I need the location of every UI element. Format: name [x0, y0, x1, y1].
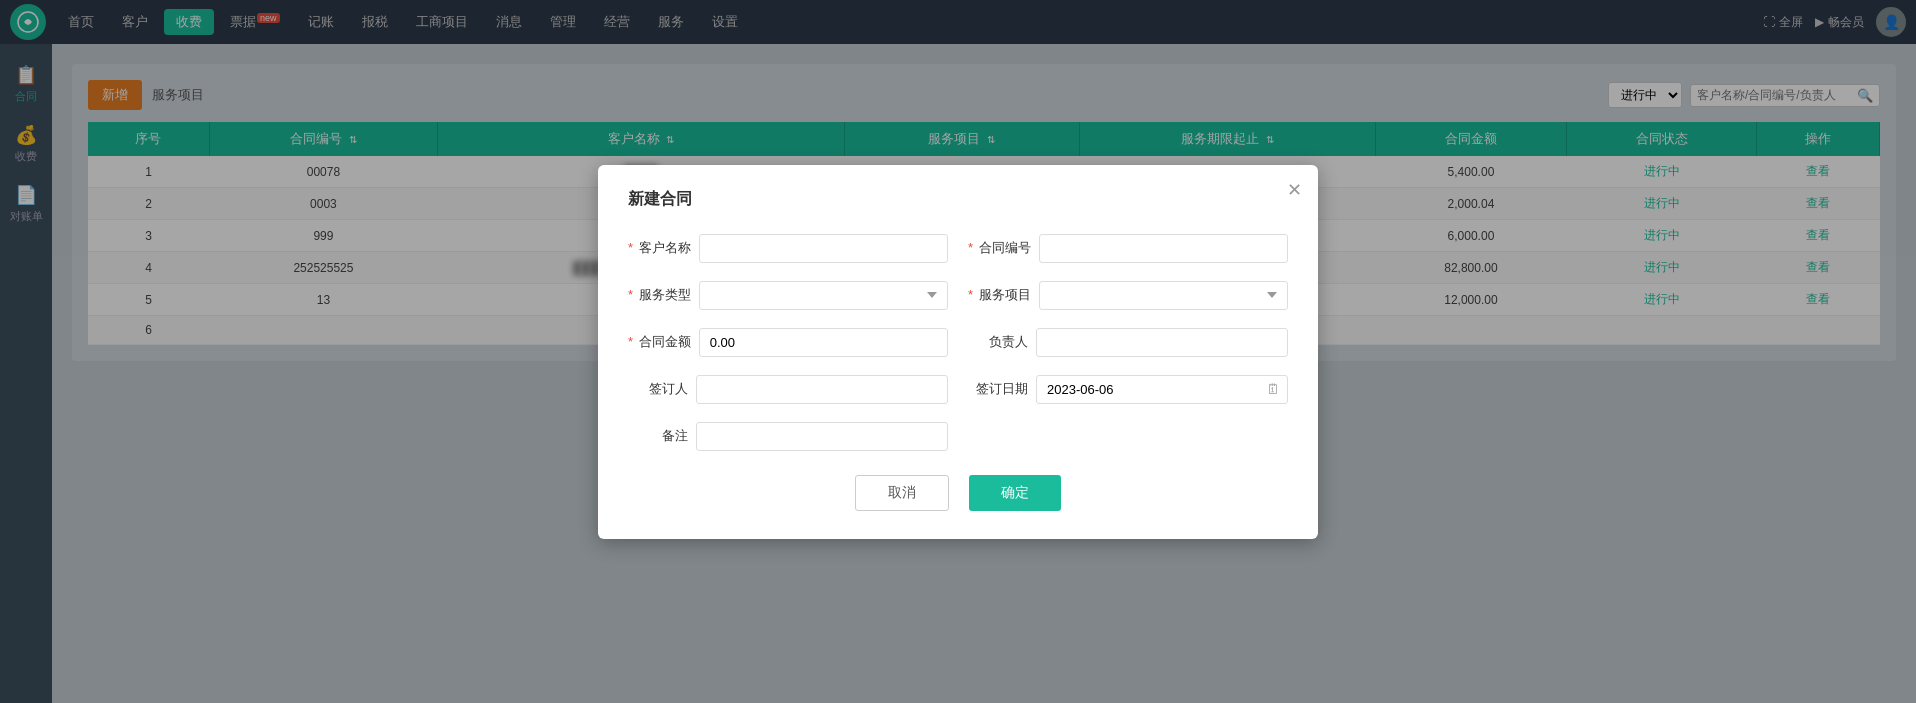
service-type-label: * 服务类型: [628, 286, 691, 304]
sign-date-input[interactable]: [1036, 375, 1288, 404]
form-group-customer: * 客户名称: [628, 234, 948, 263]
customer-name-input[interactable]: [699, 234, 948, 263]
required-star-4: *: [968, 287, 973, 302]
customer-name-label: * 客户名称: [628, 239, 691, 257]
amount-label: * 合同金额: [628, 333, 691, 351]
form-group-sign-date: 签订日期 🗓: [968, 375, 1288, 404]
form-row-4: 签订人 签订日期 🗓: [628, 375, 1288, 404]
form-group-service-type: * 服务类型: [628, 281, 948, 310]
sign-date-label: 签订日期: [968, 380, 1028, 398]
modal-footer: 取消 确定: [628, 475, 1288, 511]
required-star-1: *: [628, 240, 633, 255]
new-contract-modal: 新建合同 ✕ * 客户名称 * 合同编号: [598, 165, 1318, 539]
form-row-1: * 客户名称 * 合同编号: [628, 234, 1288, 263]
contract-no-input[interactable]: [1039, 234, 1288, 263]
contract-no-label: * 合同编号: [968, 239, 1031, 257]
signer-input[interactable]: [696, 375, 948, 404]
required-star-3: *: [628, 287, 633, 302]
form-group-remarks: 备注: [628, 422, 948, 451]
contract-amount-input[interactable]: [699, 328, 948, 357]
remarks-label: 备注: [628, 427, 688, 445]
modal-title: 新建合同: [628, 189, 1288, 210]
form-group-responsible: 负责人: [968, 328, 1288, 357]
required-star-2: *: [968, 240, 973, 255]
required-star-5: *: [628, 334, 633, 349]
form-row-2: * 服务类型 * 服务项目: [628, 281, 1288, 310]
service-item-label: * 服务项目: [968, 286, 1031, 304]
cancel-button[interactable]: 取消: [855, 475, 949, 511]
form-row-3: * 合同金额 负责人: [628, 328, 1288, 357]
calendar-icon[interactable]: 🗓: [1266, 381, 1280, 397]
form-group-service-item: * 服务项目: [968, 281, 1288, 310]
confirm-button[interactable]: 确定: [969, 475, 1061, 511]
date-input-wrap: 🗓: [1036, 375, 1288, 404]
form-row-5: 备注: [628, 422, 1288, 451]
responsible-label: 负责人: [968, 333, 1028, 351]
form-group-contract-no: * 合同编号: [968, 234, 1288, 263]
responsible-input[interactable]: [1036, 328, 1288, 357]
modal-overlay: 新建合同 ✕ * 客户名称 * 合同编号: [0, 0, 1916, 703]
remarks-input[interactable]: [696, 422, 948, 451]
form-group-amount: * 合同金额: [628, 328, 948, 357]
service-item-select[interactable]: [1039, 281, 1288, 310]
form-group-signer: 签订人: [628, 375, 948, 404]
signer-label: 签订人: [628, 380, 688, 398]
modal-close-button[interactable]: ✕: [1287, 179, 1302, 201]
service-type-select[interactable]: [699, 281, 948, 310]
